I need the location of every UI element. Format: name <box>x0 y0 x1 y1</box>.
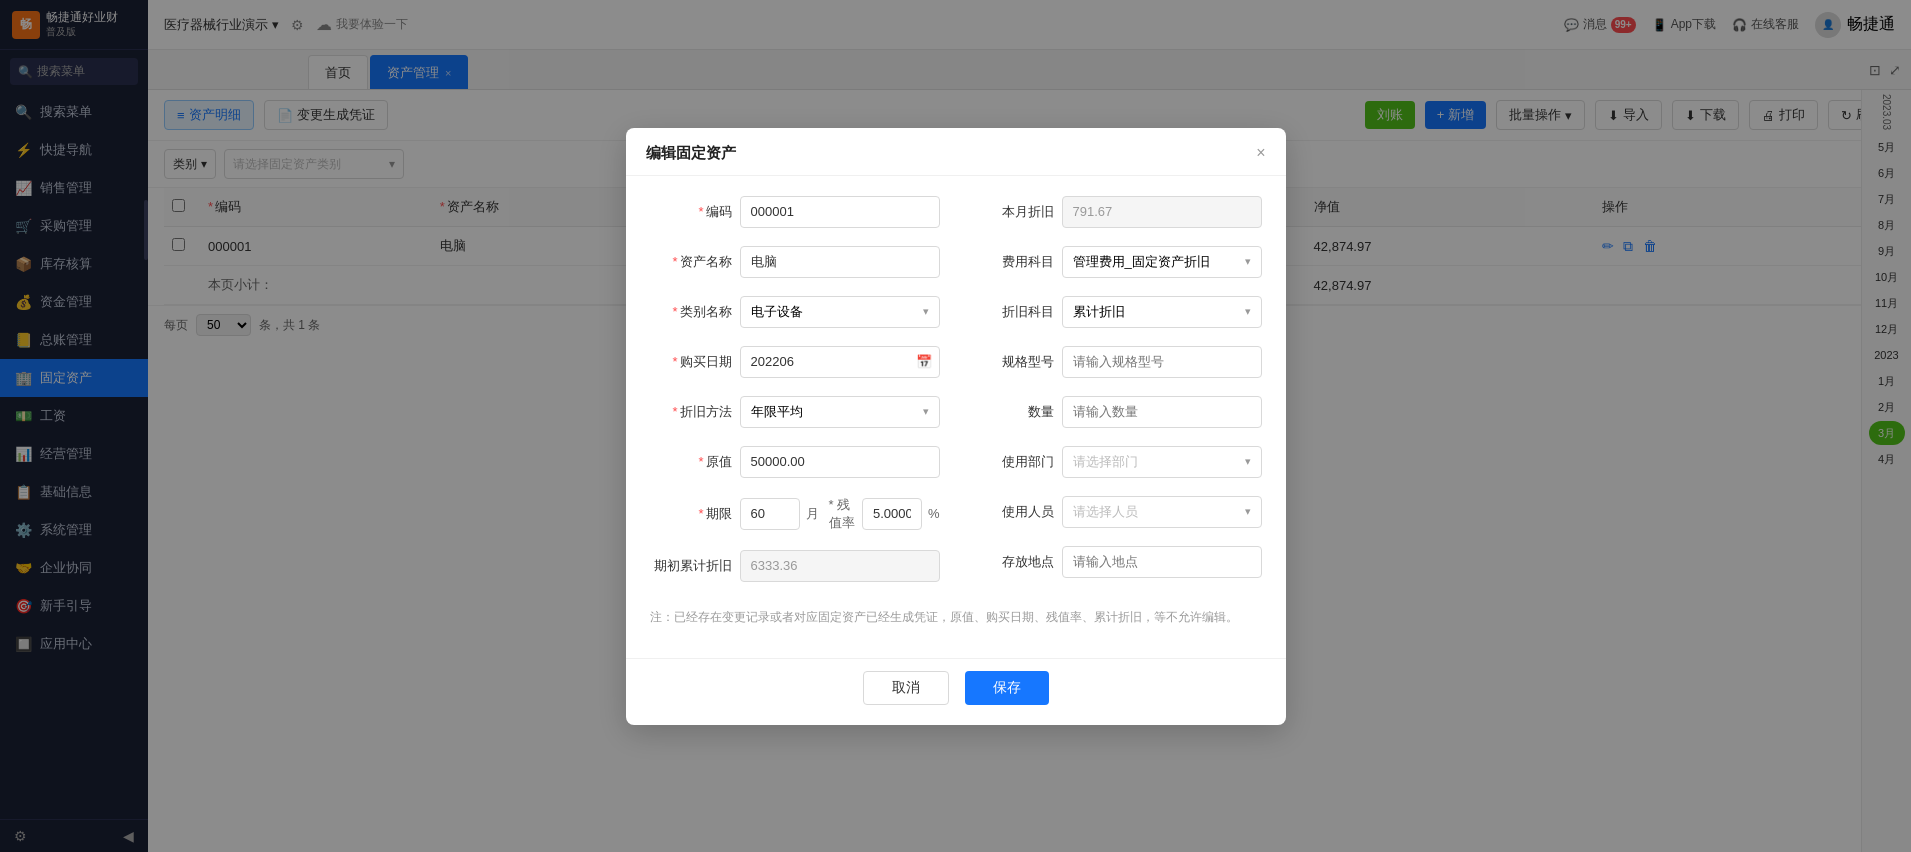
input-location[interactable] <box>1062 546 1262 578</box>
label-quantity: 数量 <box>972 403 1062 421</box>
form-row-purchase-date: *购买日期 📅 <box>650 346 940 378</box>
modal-left-col: *编码 *资产名称 *类别名称 电子设备 ▾ <box>650 196 940 600</box>
input-code[interactable] <box>740 196 940 228</box>
select-deprec-method-value: 年限平均 <box>751 403 803 421</box>
deprec-method-chevron-icon: ▾ <box>923 405 929 418</box>
input-purchase-date[interactable] <box>740 346 940 378</box>
label-asset-name: *资产名称 <box>650 253 740 271</box>
modal-note: 注：已经存在变更记录或者对应固定资产已经生成凭证，原值、购买日期、残值率、累计折… <box>650 600 1262 638</box>
label-person: 使用人员 <box>972 503 1062 521</box>
form-row-original-value: *原值 <box>650 446 940 478</box>
form-row-quantity: 数量 <box>972 396 1262 428</box>
label-category: *类别名称 <box>650 303 740 321</box>
period-group: 月 * 残值率 % <box>740 496 940 532</box>
form-row-person: 使用人员 请选择人员 ▾ <box>972 496 1262 528</box>
input-asset-name[interactable] <box>740 246 940 278</box>
select-deprec-subject[interactable]: 累计折旧 ▾ <box>1062 296 1262 328</box>
input-residual-rate[interactable] <box>862 498 922 530</box>
select-deprec-method[interactable]: 年限平均 ▾ <box>740 396 940 428</box>
modal-footer: 取消 保存 <box>626 658 1286 725</box>
label-dept: 使用部门 <box>972 453 1062 471</box>
modal-grid: *编码 *资产名称 *类别名称 电子设备 ▾ <box>650 196 1262 600</box>
expense-subject-chevron-icon: ▾ <box>1245 255 1251 268</box>
calendar-icon: 📅 <box>916 354 932 369</box>
label-location: 存放地点 <box>972 553 1062 571</box>
form-row-period: *期限 月 * 残值率 % <box>650 496 940 532</box>
input-monthly-deprec <box>1062 196 1262 228</box>
modal-close-btn[interactable]: × <box>1256 144 1265 162</box>
select-category[interactable]: 电子设备 ▾ <box>740 296 940 328</box>
category-select-chevron-icon: ▾ <box>923 305 929 318</box>
select-category-value: 电子设备 <box>751 303 803 321</box>
form-row-dept: 使用部门 请选择部门 ▾ <box>972 446 1262 478</box>
label-original-value: *原值 <box>650 453 740 471</box>
input-quantity[interactable] <box>1062 396 1262 428</box>
label-expense-subject: 费用科目 <box>972 253 1062 271</box>
form-row-period-accum: 期初累计折旧 <box>650 550 940 582</box>
modal-header: 编辑固定资产 × <box>626 128 1286 176</box>
modal-overlay[interactable]: 编辑固定资产 × *编码 *资产名称 <box>0 0 1911 852</box>
label-period-accum: 期初累计折旧 <box>650 557 740 575</box>
form-row-spec-model: 规格型号 <box>972 346 1262 378</box>
select-person-placeholder: 请选择人员 <box>1073 503 1138 521</box>
edit-asset-modal: 编辑固定资产 × *编码 *资产名称 <box>626 128 1286 725</box>
label-deprec-method: *折旧方法 <box>650 403 740 421</box>
form-row-monthly-deprec: 本月折旧 <box>972 196 1262 228</box>
form-row-expense-subject: 费用科目 管理费用_固定资产折旧 ▾ <box>972 246 1262 278</box>
input-original-value[interactable] <box>740 446 940 478</box>
label-spec-model: 规格型号 <box>972 353 1062 371</box>
form-row-location: 存放地点 <box>972 546 1262 578</box>
select-dept-placeholder: 请选择部门 <box>1073 453 1138 471</box>
period-unit: 月 <box>806 505 819 523</box>
select-dept[interactable]: 请选择部门 ▾ <box>1062 446 1262 478</box>
input-period-accum[interactable] <box>740 550 940 582</box>
save-button[interactable]: 保存 <box>965 671 1049 705</box>
input-spec-model[interactable] <box>1062 346 1262 378</box>
modal-right-col: 本月折旧 费用科目 管理费用_固定资产折旧 ▾ 折旧科目 <box>972 196 1262 600</box>
modal-title: 编辑固定资产 <box>646 144 736 163</box>
form-row-asset-name: *资产名称 <box>650 246 940 278</box>
residual-rate-unit: % <box>928 506 940 521</box>
form-row-deprec-method: *折旧方法 年限平均 ▾ <box>650 396 940 428</box>
residual-rate-label: * 残值率 <box>829 496 856 532</box>
deprec-subject-chevron-icon: ▾ <box>1245 305 1251 318</box>
label-monthly-deprec: 本月折旧 <box>972 203 1062 221</box>
select-person[interactable]: 请选择人员 ▾ <box>1062 496 1262 528</box>
person-chevron-icon: ▾ <box>1245 505 1251 518</box>
form-row-category: *类别名称 电子设备 ▾ <box>650 296 940 328</box>
input-purchase-date-wrap: 📅 <box>740 346 940 378</box>
select-deprec-subject-value: 累计折旧 <box>1073 303 1125 321</box>
form-row-code: *编码 <box>650 196 940 228</box>
select-expense-subject-value: 管理费用_固定资产折旧 <box>1073 253 1210 271</box>
dept-chevron-icon: ▾ <box>1245 455 1251 468</box>
select-expense-subject[interactable]: 管理费用_固定资产折旧 ▾ <box>1062 246 1262 278</box>
label-purchase-date: *购买日期 <box>650 353 740 371</box>
modal-body: *编码 *资产名称 *类别名称 电子设备 ▾ <box>626 176 1286 658</box>
cancel-button[interactable]: 取消 <box>863 671 949 705</box>
form-row-deprec-subject: 折旧科目 累计折旧 ▾ <box>972 296 1262 328</box>
label-period: *期限 <box>650 505 740 523</box>
input-period[interactable] <box>740 498 800 530</box>
label-deprec-subject: 折旧科目 <box>972 303 1062 321</box>
label-code: *编码 <box>650 203 740 221</box>
